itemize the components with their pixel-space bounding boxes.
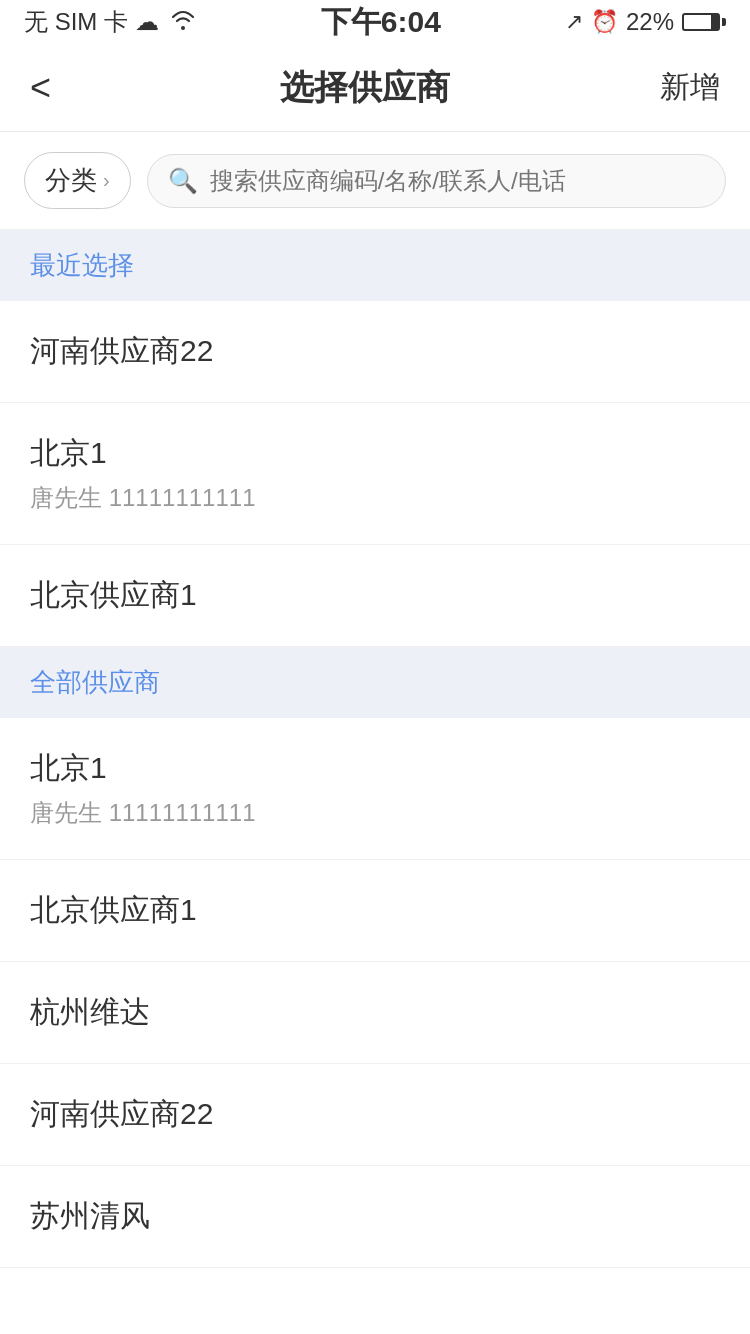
item-sub: 唐先生 11111111111 bbox=[30, 797, 720, 829]
item-name: 北京供应商1 bbox=[30, 890, 720, 931]
sim-status: 无 SIM 卡 ☁ bbox=[24, 6, 159, 38]
chevron-right-icon: › bbox=[103, 169, 110, 192]
nav-bar: < 选择供应商 新增 bbox=[0, 44, 750, 132]
item-sub: 唐先生 11111111111 bbox=[30, 482, 720, 514]
list-item[interactable]: 北京供应商1 bbox=[0, 545, 750, 647]
back-button[interactable]: < bbox=[30, 67, 90, 109]
recent-label: 最近选择 bbox=[30, 250, 134, 280]
status-bar: 无 SIM 卡 ☁ 下午6:04 ↗ ⏰ 22% bbox=[0, 0, 750, 44]
status-left: 无 SIM 卡 ☁ bbox=[24, 6, 197, 38]
battery-icon bbox=[682, 13, 726, 31]
filter-bar: 分类 › 🔍 bbox=[0, 132, 750, 230]
list-item[interactable]: 北京1 唐先生 11111111111 bbox=[0, 718, 750, 860]
category-label: 分类 bbox=[45, 163, 97, 198]
item-name: 杭州维达 bbox=[30, 992, 720, 1033]
item-name: 苏州清风 bbox=[30, 1196, 720, 1237]
recent-items-list: 河南供应商22 北京1 唐先生 11111111111 北京供应商1 bbox=[0, 301, 750, 647]
search-icon: 🔍 bbox=[168, 167, 198, 195]
battery-percent: 22% bbox=[626, 8, 674, 36]
item-name: 河南供应商22 bbox=[30, 331, 720, 372]
all-label: 全部供应商 bbox=[30, 667, 160, 697]
item-name: 北京供应商1 bbox=[30, 575, 720, 616]
alarm-icon: ⏰ bbox=[591, 9, 618, 35]
add-button[interactable]: 新增 bbox=[640, 67, 720, 108]
list-item[interactable]: 苏州清风 bbox=[0, 1166, 750, 1268]
list-item[interactable]: 河南供应商22 bbox=[0, 1064, 750, 1166]
status-right: ↗ ⏰ 22% bbox=[565, 8, 726, 36]
search-input[interactable] bbox=[210, 167, 705, 195]
page-title: 选择供应商 bbox=[280, 65, 450, 111]
list-item[interactable]: 杭州维达 bbox=[0, 962, 750, 1064]
item-name: 河南供应商22 bbox=[30, 1094, 720, 1135]
wifi-icon bbox=[169, 8, 197, 36]
recent-section-header: 最近选择 bbox=[0, 230, 750, 301]
item-name: 北京1 bbox=[30, 433, 720, 474]
search-box[interactable]: 🔍 bbox=[147, 154, 726, 208]
list-item[interactable]: 北京1 唐先生 11111111111 bbox=[0, 403, 750, 545]
all-section-header: 全部供应商 bbox=[0, 647, 750, 718]
category-button[interactable]: 分类 › bbox=[24, 152, 131, 209]
list-item[interactable]: 河南供应商22 bbox=[0, 301, 750, 403]
list-item[interactable]: 北京供应商1 bbox=[0, 860, 750, 962]
item-name: 北京1 bbox=[30, 748, 720, 789]
all-items-list: 北京1 唐先生 11111111111 北京供应商1 杭州维达河南供应商22 苏州清风 bbox=[0, 718, 750, 1268]
status-time: 下午6:04 bbox=[321, 2, 441, 43]
location-icon: ↗ bbox=[565, 9, 583, 35]
